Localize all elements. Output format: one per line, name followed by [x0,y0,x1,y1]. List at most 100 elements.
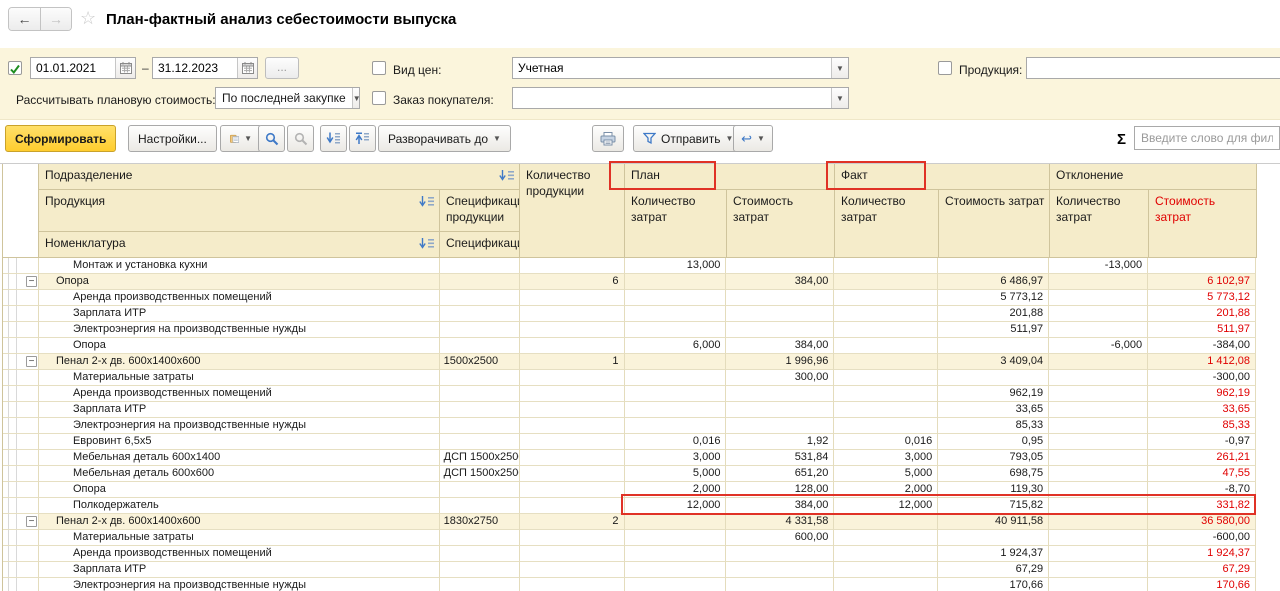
cell-devCost[interactable]: -0,97 [1148,434,1256,450]
cell-factCost[interactable]: 0,95 [938,434,1050,450]
cell-spec[interactable] [439,530,520,546]
cell-factQty[interactable] [834,274,939,290]
cell-name[interactable]: Зарплата ИТР [38,402,440,418]
cell-planQty[interactable]: 0,016 [624,434,727,450]
cell-qty[interactable]: 6 [519,274,625,290]
cell-factQty[interactable] [834,322,939,338]
collapse-expander-icon[interactable]: − [26,276,37,287]
date-from-field[interactable] [30,57,136,79]
cell-qty[interactable] [519,306,625,322]
cell-factCost[interactable]: 3 409,04 [938,354,1050,370]
cell-qty[interactable] [519,546,625,562]
cell-factCost[interactable]: 715,82 [938,498,1050,514]
cell-planQty[interactable] [624,514,727,530]
cell-devCost[interactable]: 36 580,00 [1148,514,1257,530]
cell-spec[interactable] [439,306,520,322]
cell-qty[interactable] [519,258,625,274]
expand-groups-button[interactable] [349,125,376,152]
cell-name[interactable]: Зарплата ИТР [38,562,440,578]
cell-qty[interactable] [519,498,625,514]
cell-spec[interactable] [439,370,520,386]
cell-planQty[interactable] [624,354,727,370]
cell-name[interactable]: Аренда производственных помещений [38,546,440,562]
date-to-field[interactable] [152,57,258,79]
cell-factCost[interactable]: 698,75 [938,466,1050,482]
cell-planQty[interactable]: 2,000 [624,482,727,498]
cell-factQty[interactable] [834,354,939,370]
cell-devQty[interactable] [1049,546,1149,562]
cell-factQty[interactable] [834,530,939,546]
cell-factCost[interactable]: 33,65 [938,402,1050,418]
cell-name[interactable]: Электроэнергия на производственные нужды [39,578,440,591]
cell-spec[interactable]: ДСП 1500х2500 [439,450,520,466]
cell-planCost[interactable] [726,322,835,338]
chevron-down-icon[interactable]: ▼ [351,88,359,108]
cell-spec[interactable] [439,258,520,274]
cell-devCost[interactable]: 1 412,08 [1148,354,1257,370]
collapse-expander-icon[interactable]: − [26,356,37,367]
report-variants-button[interactable]: ▼ [220,125,262,152]
cell-planCost[interactable] [726,546,835,562]
cell-devQty[interactable] [1049,514,1149,530]
cell-devQty[interactable] [1049,354,1149,370]
forward-button[interactable]: → [40,8,71,30]
cell-planQty[interactable] [624,322,727,338]
cell-factQty[interactable]: 0,016 [834,434,939,450]
cell-spec[interactable] [439,418,520,434]
cell-factCost[interactable]: 793,05 [938,450,1050,466]
cell-planCost[interactable]: 384,00 [726,274,835,290]
cell-devQty[interactable] [1049,386,1149,402]
cell-qty[interactable]: 1 [519,354,625,370]
chevron-down-icon[interactable]: ▼ [831,88,848,108]
cell-qty[interactable] [519,386,625,402]
cell-devCost[interactable]: 67,29 [1148,562,1256,578]
cell-devCost[interactable]: 47,55 [1148,466,1256,482]
cell-planQty[interactable] [624,530,727,546]
cell-devQty[interactable] [1049,450,1149,466]
cell-planQty[interactable]: 13,000 [624,258,727,274]
cell-factCost[interactable]: 170,66 [938,578,1050,591]
cell-factQty[interactable] [834,258,939,274]
cell-factQty[interactable] [834,402,939,418]
cell-factQty[interactable]: 12,000 [834,498,939,514]
cell-devQty[interactable] [1049,274,1149,290]
cell-factCost[interactable]: 511,97 [938,322,1050,338]
cell-factQty[interactable] [834,514,939,530]
cell-planQty[interactable]: 3,000 [624,450,727,466]
cell-factCost[interactable]: 962,19 [938,386,1050,402]
cell-qty[interactable]: 2 [519,514,625,530]
cell-devCost[interactable]: 511,97 [1148,322,1256,338]
customer-order-field[interactable]: ▼ [512,87,849,109]
print-button[interactable] [592,125,624,152]
generate-button[interactable]: Сформировать [5,125,117,152]
cell-planQty[interactable] [624,562,727,578]
cell-spec[interactable] [439,562,520,578]
cell-planQty[interactable] [624,306,727,322]
cell-spec[interactable] [439,290,520,306]
cell-name[interactable]: Пенал 2-х дв. 600х1400х600 [38,354,440,370]
cell-planCost[interactable]: 531,84 [726,450,835,466]
cell-spec[interactable] [439,434,520,450]
cell-factQty[interactable] [834,418,939,434]
cell-factQty[interactable]: 5,000 [834,466,939,482]
cell-planQty[interactable]: 5,000 [624,466,727,482]
cell-factQty[interactable] [834,546,939,562]
sort-icon[interactable] [499,170,515,181]
cell-planQty[interactable] [624,386,727,402]
period-more-button[interactable]: ... [265,57,299,79]
date-from-input[interactable] [31,58,115,78]
cell-qty[interactable] [519,418,625,434]
cell-qty[interactable] [519,370,625,386]
cell-planCost[interactable]: 384,00 [726,498,835,514]
cell-devQty[interactable] [1049,578,1149,591]
cell-factQty[interactable]: 3,000 [834,450,939,466]
cell-devCost[interactable]: -8,70 [1148,482,1256,498]
cell-factCost[interactable]: 1 924,37 [938,546,1050,562]
cell-qty[interactable] [519,322,625,338]
cell-name[interactable]: Мебельная деталь 600х600 [38,466,440,482]
cell-name[interactable]: Евровинт 6,5х5 [38,434,440,450]
cell-spec[interactable]: ДСП 1500х2500 [439,466,520,482]
cell-devCost[interactable]: 170,66 [1148,578,1256,591]
cell-planCost[interactable] [726,258,835,274]
cell-devCost[interactable]: 33,65 [1148,402,1256,418]
